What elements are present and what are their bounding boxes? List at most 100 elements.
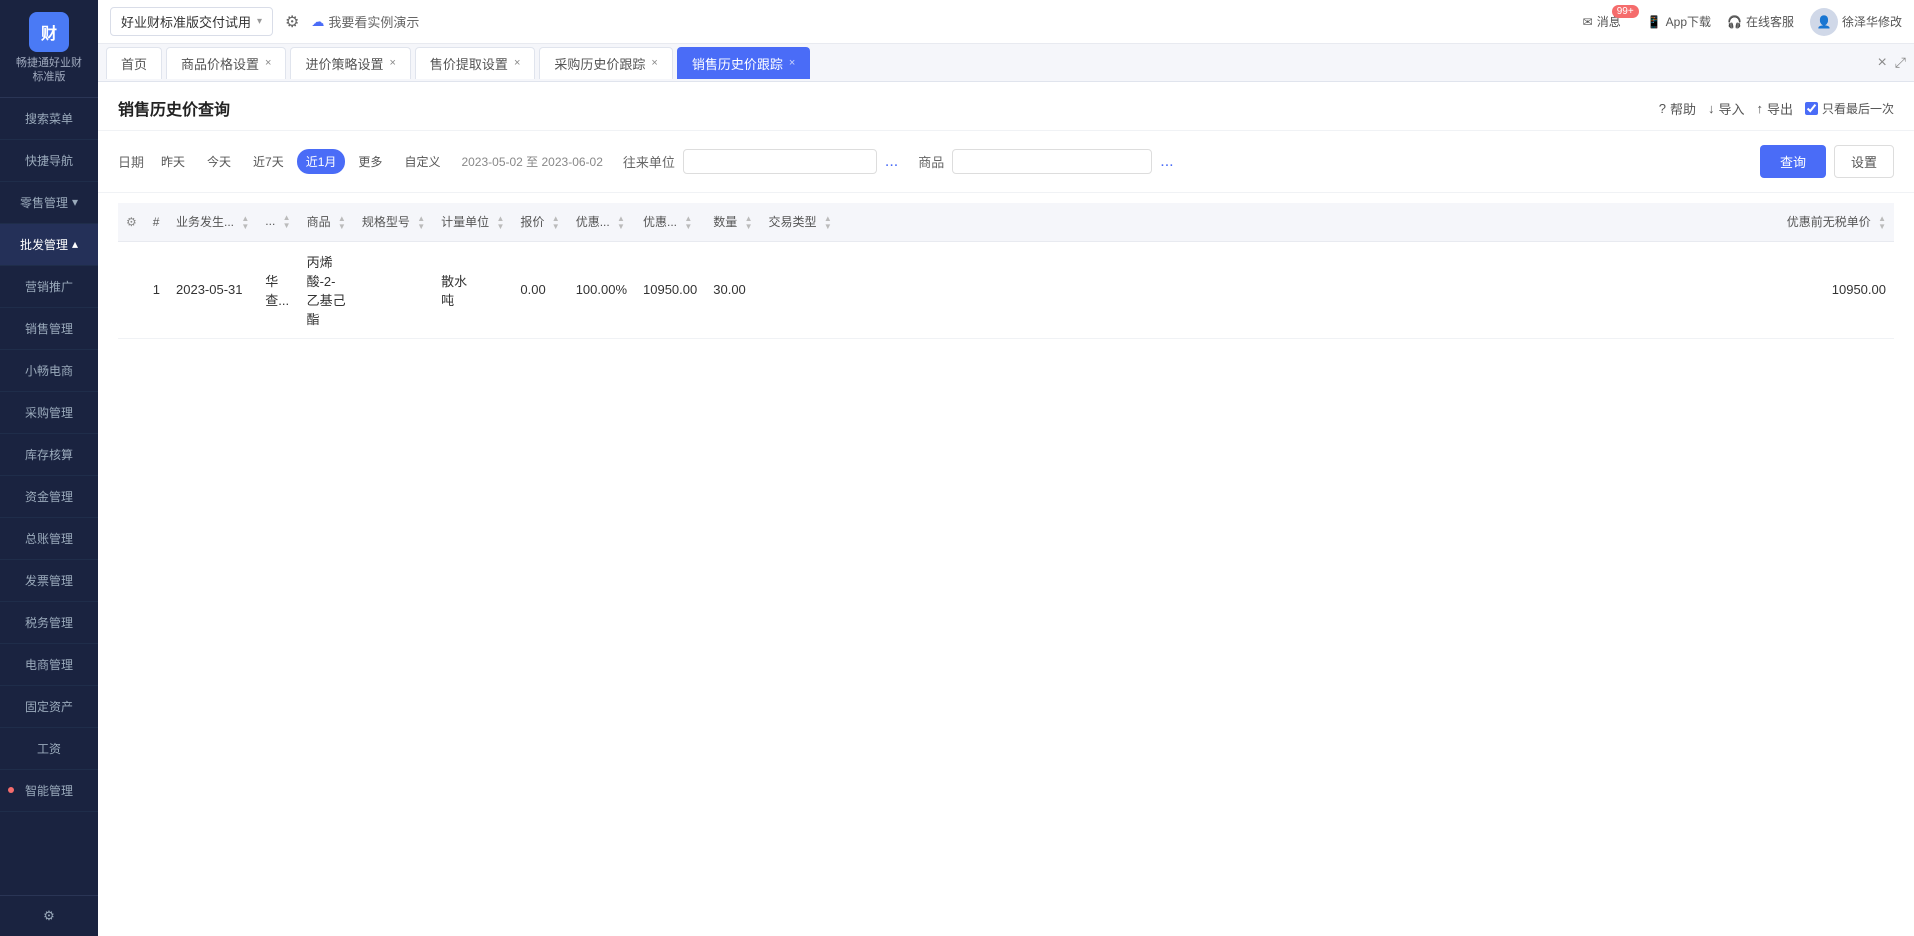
col-seq: # xyxy=(145,203,168,241)
date-btn-custom[interactable]: 自定义 xyxy=(395,149,449,174)
sidebar-item-payroll[interactable]: 工资 xyxy=(0,728,98,770)
sidebar-item-tax[interactable]: 税务管理 xyxy=(0,602,98,644)
col-price[interactable]: 报价 ▲▼ xyxy=(512,203,567,241)
tab-close-price-settings[interactable]: × xyxy=(265,57,271,69)
col-discount-pct[interactable]: 优惠... ▲▼ xyxy=(568,203,635,241)
tab-home[interactable]: 首页 xyxy=(106,47,162,79)
tab-close-pricing-strategy[interactable]: × xyxy=(389,57,395,69)
row-price-cell: 0.00 xyxy=(512,241,567,338)
chevron-up-icon: ▴ xyxy=(72,237,78,251)
product-input[interactable] xyxy=(952,149,1152,174)
only-last-input[interactable] xyxy=(1805,102,1818,115)
message-icon: ✉ xyxy=(1583,15,1593,29)
tab-window-close-icon[interactable]: × xyxy=(1877,54,1886,72)
settings-gear-icon: ⚙ xyxy=(285,14,299,31)
column-config-icon[interactable]: ⚙ xyxy=(126,215,137,229)
smart-dot-indicator xyxy=(8,787,14,793)
col-product[interactable]: 商品 ▲▼ xyxy=(299,203,354,241)
avatar: 👤 xyxy=(1810,8,1838,36)
table-header: ⚙ # 业务发生... ▲▼ ... ▲▼ 商品 ▲ xyxy=(118,203,1894,241)
sidebar-item-wholesale[interactable]: 批发管理 ▴ xyxy=(0,224,98,266)
tab-sales-history[interactable]: 销售历史价跟踪 × xyxy=(677,47,810,79)
sidebar-item-general-ledger[interactable]: 总账管理 xyxy=(0,518,98,560)
sort-icons-pretax-price: ▲▼ xyxy=(1878,215,1886,231)
row-quantity-cell: 30.00 xyxy=(705,241,760,338)
tab-window-maximize-icon[interactable]: ⤢ xyxy=(1895,54,1906,71)
data-table: ⚙ # 业务发生... ▲▼ ... ▲▼ 商品 ▲ xyxy=(118,203,1894,339)
tab-close-price-extract[interactable]: × xyxy=(514,57,520,69)
main-area: 好业财标准版交付试用 ▾ ⚙ ☁ 我要看实例演示 ✉ 消息 99+ 📱 App下… xyxy=(98,0,1914,936)
source-input[interactable] xyxy=(683,149,877,174)
col-spacer xyxy=(840,203,1779,241)
col-txn-type[interactable]: 交易类型 ▲▼ xyxy=(761,203,840,241)
date-btn-more[interactable]: 更多 xyxy=(349,149,391,174)
col-pretax-price[interactable]: 优惠前无税单价 ▲▼ xyxy=(1779,203,1894,241)
sidebar-item-purchase[interactable]: 采购管理 xyxy=(0,392,98,434)
date-btn-today[interactable]: 今天 xyxy=(198,149,240,174)
logo-icon: 财 xyxy=(29,12,69,52)
phone-icon: 📱 xyxy=(1647,15,1662,29)
sidebar-item-retail[interactable]: 零售管理 ▾ xyxy=(0,182,98,224)
table-row[interactable]: 1 2023-05-31 华查... 丙烯酸-2-乙基己酯 散水 吨 0.00 … xyxy=(118,241,1894,338)
col-quantity[interactable]: 数量 ▲▼ xyxy=(705,203,760,241)
query-button[interactable]: 查询 xyxy=(1760,145,1826,178)
source-dots-button[interactable]: ... xyxy=(885,153,898,171)
filter-date-group: 日期 昨天 今天 近7天 近1月 更多 自定义 2023-05-02 至 202… xyxy=(118,149,603,174)
sidebar-item-ecom[interactable]: 电商管理 xyxy=(0,644,98,686)
sort-icons-discount-amt: ▲▼ xyxy=(684,215,692,231)
sidebar-item-finance[interactable]: 资金管理 xyxy=(0,476,98,518)
date-btn-last1m[interactable]: 近1月 xyxy=(297,149,346,174)
table-body: 1 2023-05-31 华查... 丙烯酸-2-乙基己酯 散水 吨 0.00 … xyxy=(118,241,1894,338)
row-biz-date-cell: 2023-05-31 xyxy=(168,241,257,338)
tabbar: 首页 商品价格设置 × 进价策略设置 × 售价提取设置 × 采购历史价跟踪 × … xyxy=(98,44,1914,82)
user-profile[interactable]: 👤 徐泽华修改 xyxy=(1810,8,1902,36)
export-button[interactable]: ↑ 导出 xyxy=(1756,99,1793,118)
col-discount-amt[interactable]: 优惠... ▲▼ xyxy=(635,203,705,241)
settings-button[interactable]: 设置 xyxy=(1834,145,1894,178)
filter-area: 日期 昨天 今天 近7天 近1月 更多 自定义 2023-05-02 至 202… xyxy=(98,131,1914,193)
sidebar: 财 畅捷通好业财 标准版 搜索菜单 快捷导航 零售管理 ▾ 批发管理 ▴ 营销推… xyxy=(0,0,98,936)
page-header: 销售历史价查询 ? 帮助 ↓ 导入 ↑ 导出 只看最后一次 xyxy=(98,82,1914,131)
sidebar-item-inventory[interactable]: 库存核算 xyxy=(0,434,98,476)
tab-close-sales-history[interactable]: × xyxy=(789,57,795,69)
tab-close-purchase-history[interactable]: × xyxy=(651,57,657,69)
sidebar-settings-button[interactable]: ⚙ xyxy=(0,895,98,936)
message-button[interactable]: ✉ 消息 99+ xyxy=(1573,13,1631,30)
online-service-button[interactable]: 🎧 在线客服 xyxy=(1727,13,1794,30)
date-btn-yesterday[interactable]: 昨天 xyxy=(152,149,194,174)
version-selector[interactable]: 好业财标准版交付试用 ▾ xyxy=(110,7,273,36)
message-badge: 99+ xyxy=(1612,5,1639,18)
demo-link[interactable]: ☁ 我要看实例演示 xyxy=(311,12,419,31)
row-spec-cell xyxy=(354,241,433,338)
sidebar-item-invoice[interactable]: 发票管理 xyxy=(0,560,98,602)
only-last-checkbox[interactable]: 只看最后一次 xyxy=(1805,100,1894,117)
col-config[interactable]: ⚙ xyxy=(118,203,145,241)
export-icon: ↑ xyxy=(1756,101,1763,116)
col-unit[interactable]: 计量单位 ▲▼ xyxy=(433,203,512,241)
row-product-cell: 丙烯酸-2-乙基己酯 xyxy=(299,241,354,338)
tab-purchase-history[interactable]: 采购历史价跟踪 × xyxy=(539,47,672,79)
sidebar-item-ecom-small[interactable]: 小畅电商 xyxy=(0,350,98,392)
col-biz-date[interactable]: 业务发生... ▲▼ xyxy=(168,203,257,241)
sidebar-item-sales[interactable]: 销售管理 xyxy=(0,308,98,350)
sidebar-item-smart[interactable]: 智能管理 xyxy=(0,770,98,812)
sidebar-item-fixed-assets[interactable]: 固定资产 xyxy=(0,686,98,728)
sidebar-item-marketing[interactable]: 营销推广 xyxy=(0,266,98,308)
app-download-button[interactable]: 📱 App下载 xyxy=(1647,13,1711,30)
import-button[interactable]: ↓ 导入 xyxy=(1708,99,1745,118)
sort-icons-discount-pct: ▲▼ xyxy=(617,215,625,231)
sidebar-item-search[interactable]: 搜索菜单 xyxy=(0,98,98,140)
col-spec[interactable]: 规格型号 ▲▼ xyxy=(354,203,433,241)
col-more[interactable]: ... ▲▼ xyxy=(257,203,298,241)
tab-price-extract[interactable]: 售价提取设置 × xyxy=(415,47,535,79)
tab-price-settings[interactable]: 商品价格设置 × xyxy=(166,47,286,79)
date-btn-last7[interactable]: 近7天 xyxy=(244,149,293,174)
product-dots-button[interactable]: ... xyxy=(1160,153,1173,171)
sort-icons-biz-date: ▲▼ xyxy=(241,215,249,231)
sidebar-item-quick-nav[interactable]: 快捷导航 xyxy=(0,140,98,182)
tab-pricing-strategy[interactable]: 进价策略设置 × xyxy=(290,47,410,79)
help-button[interactable]: ? 帮助 xyxy=(1659,99,1696,118)
sort-icons-quantity: ▲▼ xyxy=(745,215,753,231)
topbar-settings-button[interactable]: ⚙ xyxy=(285,12,299,32)
row-more-cell: 华查... xyxy=(257,241,298,338)
